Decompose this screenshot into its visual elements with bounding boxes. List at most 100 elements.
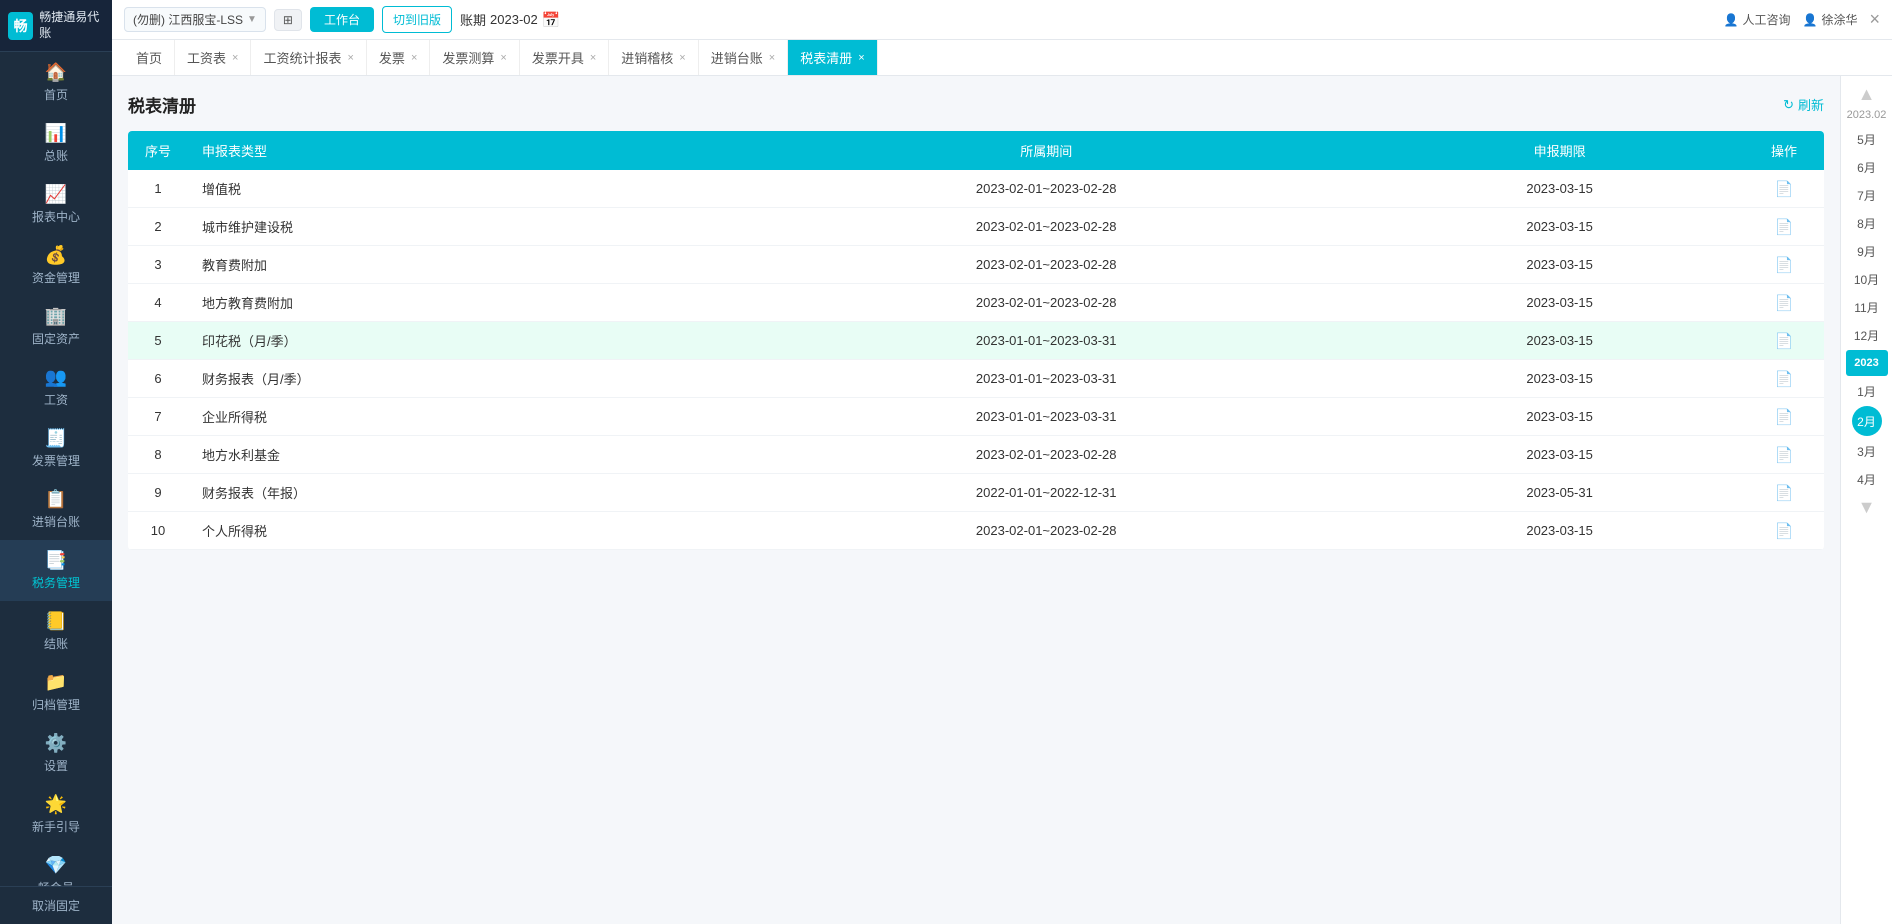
cell-no: 9 — [128, 474, 188, 512]
table-row: 4 地方教育费附加 2023-02-01~2023-02-28 2023-03-… — [128, 284, 1824, 322]
cell-deadline: 2023-03-15 — [1375, 512, 1744, 550]
sidebar-item-salary[interactable]: 👥 工资 — [0, 357, 112, 418]
panel-expand-up[interactable]: ▲ — [1858, 84, 1876, 105]
month-1[interactable]: 1月 — [1846, 378, 1888, 404]
sidebar-nav: 🏠 首页 📊 总账 📈 报表中心 💰 资金管理 🏢 固定资产 👥 工资 🧾 发票… — [0, 52, 112, 886]
sidebar-item-archive[interactable]: 📁 归档管理 — [0, 662, 112, 723]
action-icon[interactable]: 📄 — [1775, 447, 1794, 464]
action-icon[interactable]: 📄 — [1775, 257, 1794, 274]
tab-invoice-calc-close[interactable]: × — [500, 52, 506, 64]
action-icon[interactable]: 📄 — [1775, 181, 1794, 198]
panel-collapse-down[interactable]: ▼ — [1858, 497, 1876, 518]
sidebar-item-member[interactable]: 💎 畅会员 — [0, 845, 112, 886]
window-close-button[interactable]: × — [1869, 9, 1880, 30]
sidebar-item-member-label: 畅会员 — [38, 879, 74, 886]
cell-period: 2023-02-01~2023-02-28 — [717, 284, 1375, 322]
sidebar-item-assets[interactable]: 🏢 固定资产 — [0, 296, 112, 357]
tab-salary-table-close[interactable]: × — [232, 52, 238, 64]
tab-purchase-ledger-close[interactable]: × — [769, 52, 775, 64]
cell-action: 📄 — [1744, 284, 1824, 322]
sidebar-item-purchase-sales-label: 进销台账 — [32, 513, 80, 530]
month-11[interactable]: 11月 — [1846, 294, 1888, 320]
tab-invoice-issue-close[interactable]: × — [590, 52, 596, 64]
table-row: 5 印花税（月/季） 2023-01-01~2023-03-31 2023-03… — [128, 322, 1824, 360]
unpin-button[interactable]: 取消固定 — [0, 886, 112, 924]
copy-button[interactable]: ⊞ — [274, 9, 302, 31]
cell-action: 📄 — [1744, 322, 1824, 360]
settings-icon: ⚙️ — [45, 733, 67, 754]
year-2023-tag: 2023 — [1846, 350, 1888, 376]
month-8[interactable]: 8月 — [1846, 210, 1888, 236]
action-icon[interactable]: 📄 — [1775, 295, 1794, 312]
tab-tax-list[interactable]: 税表清册 × — [788, 40, 877, 75]
tab-salary-table-label: 工资表 — [187, 48, 226, 67]
sidebar-item-invoices[interactable]: 🧾 发票管理 — [0, 418, 112, 479]
refresh-icon: ↻ — [1783, 97, 1794, 113]
tab-salary-stats[interactable]: 工资统计报表 × — [251, 40, 366, 75]
tab-invoices-close[interactable]: × — [411, 52, 417, 64]
cell-type: 印花税（月/季） — [188, 322, 717, 360]
sidebar-item-ledger-label: 总账 — [44, 147, 68, 164]
tab-salary-table[interactable]: 工资表 × — [175, 40, 251, 75]
action-icon[interactable]: 📄 — [1775, 485, 1794, 502]
cell-deadline: 2023-03-15 — [1375, 398, 1744, 436]
cell-type: 增值税 — [188, 170, 717, 208]
month-6[interactable]: 6月 — [1846, 154, 1888, 180]
action-icon[interactable]: 📄 — [1775, 371, 1794, 388]
invoices-icon: 🧾 — [45, 428, 67, 449]
month-12[interactable]: 12月 — [1846, 322, 1888, 348]
sidebar-item-tax[interactable]: 📑 税务管理 — [0, 540, 112, 601]
user-name: 徐涂华 — [1821, 11, 1857, 28]
tab-purchase-audit-close[interactable]: × — [679, 52, 685, 64]
table-row: 8 地方水利基金 2023-02-01~2023-02-28 2023-03-1… — [128, 436, 1824, 474]
sidebar-item-reports[interactable]: 📈 报表中心 — [0, 174, 112, 235]
main-area: (勿删) 江西服宝-LSS ▼ ⊞ 工作台 切到旧版 账期 2023-02 📅 … — [112, 0, 1892, 924]
tab-invoices[interactable]: 发票 × — [367, 40, 430, 75]
sidebar-item-ledger[interactable]: 📊 总账 — [0, 113, 112, 174]
month-2-active[interactable]: 2月 — [1852, 406, 1882, 436]
month-7[interactable]: 7月 — [1846, 182, 1888, 208]
logo-text: 畅捷通易代账 — [39, 10, 104, 41]
month-9[interactable]: 9月 — [1846, 238, 1888, 264]
tab-invoice-calc[interactable]: 发票测算 × — [430, 40, 519, 75]
table-row: 7 企业所得税 2023-01-01~2023-03-31 2023-03-15… — [128, 398, 1824, 436]
tab-purchase-ledger[interactable]: 进销台账 × — [699, 40, 788, 75]
tab-purchase-audit[interactable]: 进销稽核 × — [609, 40, 698, 75]
cell-deadline: 2023-03-15 — [1375, 284, 1744, 322]
cell-no: 6 — [128, 360, 188, 398]
sidebar-item-purchase-sales[interactable]: 📋 进销台账 — [0, 479, 112, 540]
sidebar-item-guide[interactable]: 🌟 新手引导 — [0, 784, 112, 845]
col-period: 所属期间 — [717, 131, 1375, 170]
human-consult[interactable]: 👤 人工咨询 — [1724, 11, 1791, 28]
year-label-2023: 2023.02 — [1845, 105, 1889, 125]
refresh-button[interactable]: ↻ 刷新 — [1783, 95, 1824, 114]
page-area: 税表清册 ↻ 刷新 序号 申报表类型 所属期间 申报期限 操作 — [112, 76, 1840, 924]
month-10[interactable]: 10月 — [1846, 266, 1888, 292]
tab-invoice-issue[interactable]: 发票开具 × — [520, 40, 609, 75]
cell-type: 个人所得税 — [188, 512, 717, 550]
action-icon[interactable]: 📄 — [1775, 219, 1794, 236]
tab-salary-stats-close[interactable]: × — [347, 52, 353, 64]
month-3[interactable]: 3月 — [1846, 438, 1888, 464]
sidebar-item-funds[interactable]: 💰 资金管理 — [0, 235, 112, 296]
assets-icon: 🏢 — [45, 306, 67, 327]
sidebar-logo: 畅 畅捷通易代账 — [0, 0, 112, 52]
company-selector[interactable]: (勿删) 江西服宝-LSS ▼ — [124, 7, 266, 32]
action-icon[interactable]: 📄 — [1775, 333, 1794, 350]
action-icon[interactable]: 📄 — [1775, 409, 1794, 426]
sidebar-item-home[interactable]: 🏠 首页 — [0, 52, 112, 113]
sidebar-item-settings[interactable]: ⚙️ 设置 — [0, 723, 112, 784]
workbench-button[interactable]: 工作台 — [310, 7, 374, 32]
calendar-icon[interactable]: 📅 — [542, 11, 561, 29]
month-5[interactable]: 5月 — [1846, 126, 1888, 152]
switch-old-button[interactable]: 切到旧版 — [382, 6, 452, 33]
month-4[interactable]: 4月 — [1846, 466, 1888, 492]
tab-tax-list-close[interactable]: × — [858, 52, 864, 64]
sidebar-item-close[interactable]: 📒 结账 — [0, 601, 112, 662]
tab-purchase-audit-label: 进销稽核 — [621, 48, 673, 67]
page-title: 税表清册 — [128, 92, 196, 117]
action-icon[interactable]: 📄 — [1775, 523, 1794, 540]
user-profile[interactable]: 👤 徐涂华 — [1803, 11, 1858, 28]
tab-home[interactable]: 首页 — [124, 40, 175, 75]
cell-no: 4 — [128, 284, 188, 322]
